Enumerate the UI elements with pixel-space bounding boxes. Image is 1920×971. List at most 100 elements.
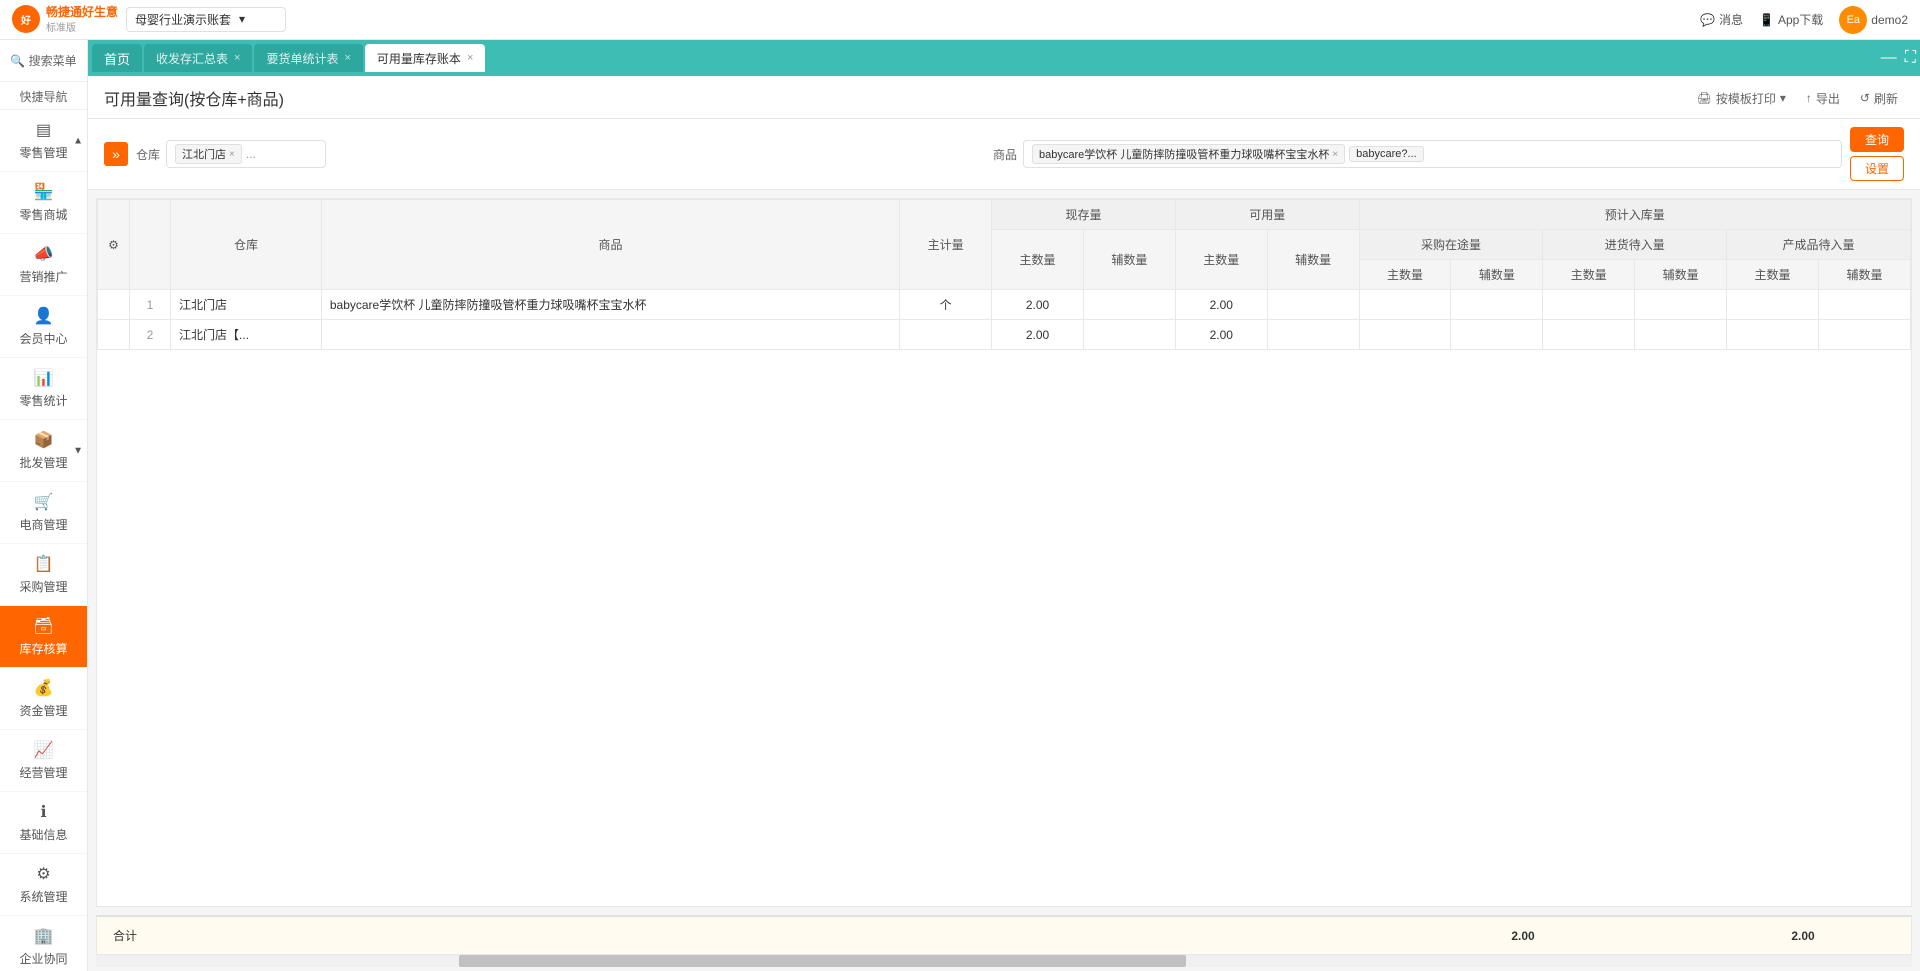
basic-info-icon: ℹ (40, 802, 46, 822)
cell-current-aux (1083, 320, 1175, 350)
sidebar-item-inventory[interactable]: 🗃 库存核算 (0, 606, 87, 668)
sidebar-item-finance[interactable]: 💰 资金管理 (0, 668, 87, 730)
sidebar-item-label: 资金管理 (19, 702, 67, 719)
sys-mgmt-icon: ⚙ (36, 864, 50, 884)
filter-actions-right: 查询 设置 (1850, 127, 1904, 181)
warehouse-tag-text: 江北门店 (182, 146, 226, 162)
sidebar-item-label: 批发管理 (19, 454, 67, 471)
sidebar-item-enterprise[interactable]: 🏢 企业协同 (0, 916, 87, 971)
sidebar-item-label: 采购管理 (19, 578, 67, 595)
sidebar-item-ops-mgmt[interactable]: 📈 经营管理 (0, 730, 87, 792)
product-filter-label: 商品 (993, 146, 1017, 163)
sidebar-item-ecommerce[interactable]: 🛒 电商管理 (0, 482, 87, 544)
th-current-main: 主数量 (992, 230, 1084, 290)
sidebar-item-basic-info[interactable]: ℹ 基础信息 (0, 792, 87, 854)
tab-close-icon[interactable]: × (467, 52, 473, 64)
message-label: 消息 (1719, 11, 1743, 28)
warehouse-filter-input[interactable]: 江北门店 × ... (166, 140, 326, 168)
cell-current-main: 2.00 (992, 290, 1084, 320)
page-header: 可用量查询(按仓库+商品) 🖨 按模板打印 ▾ ↑ 导出 ↺ (88, 76, 1920, 119)
cell-production-aux (1818, 320, 1910, 350)
top-bar-left: 好 畅捷通好生意 标准版 母婴行业演示账套 ▾ (12, 5, 286, 34)
warehouse-tag-close[interactable]: × (229, 149, 235, 160)
th-group-available: 可用量 (1175, 200, 1359, 230)
sidebar-item-label: 零售统计 (19, 392, 67, 409)
sidebar-item-label: 基础信息 (19, 826, 67, 843)
wholesale-mgmt-icon: 📦 (34, 430, 54, 450)
product-tag-1-close[interactable]: × (1332, 149, 1338, 160)
tab-available-inventory-label: 可用量库存账本 (377, 50, 461, 67)
sidebar-search-area: 🔍 搜索菜单 (0, 40, 87, 82)
filter-bar: » 仓库 江北门店 × ... 商品 babycare (88, 119, 1920, 190)
retail-mgmt-icon: ▤ (36, 120, 51, 140)
tab-close-icon[interactable]: × (344, 52, 350, 64)
cell-purchase-aux (1451, 320, 1543, 350)
scroll-bar-thumb[interactable] (459, 955, 1185, 967)
tab-receipt-summary-label: 收发存汇总表 (156, 50, 228, 67)
inventory-table: ⚙ 仓库 商品 主计量 现存量 可用量 预计入库量 主数量 辅数量 (97, 199, 1911, 350)
sidebar-item-label: 企业协同 (19, 950, 67, 967)
product-filter-input[interactable]: babycare学饮杯 儿童防摔防撞吸管杯重力球吸嘴杯宝宝水杯 × babyca… (1023, 140, 1842, 168)
sidebar-search-btn[interactable]: 🔍 搜索菜单 (8, 48, 79, 73)
cell-incoming-aux (1635, 320, 1727, 350)
sidebar-item-label: 零售管理 (19, 144, 67, 161)
warehouse-filter-group: 仓库 江北门店 × ... (136, 140, 985, 168)
scroll-bar-area[interactable] (96, 955, 1912, 967)
th-settings[interactable]: ⚙ (98, 200, 130, 290)
tab-minimize-btn[interactable]: — (1881, 49, 1897, 67)
tab-available-inventory[interactable]: 可用量库存账本 × (365, 44, 485, 72)
filter-expand-btn[interactable]: » (104, 142, 128, 166)
tab-home[interactable]: 首页 (92, 44, 142, 72)
sidebar-item-marketing[interactable]: 📣 营销推广 (0, 234, 87, 296)
sidebar-item-label: 系统管理 (19, 888, 67, 905)
user-profile[interactable]: Ea demo2 (1839, 6, 1908, 34)
sidebar-item-sys-mgmt[interactable]: ⚙ 系统管理 (0, 854, 87, 916)
tab-close-icon[interactable]: × (234, 52, 240, 64)
inventory-icon: 🗃 (33, 616, 53, 636)
th-unit: 主计量 (900, 200, 992, 290)
expand-arrow-icon: ▼ (73, 445, 83, 456)
sidebar-item-retail-mall[interactable]: 🏪 零售商城 (0, 172, 87, 234)
refresh-label: 刷新 (1874, 90, 1898, 107)
sidebar-item-purchase[interactable]: 📋 采购管理 (0, 544, 87, 606)
page-title-row: 可用量查询(按仓库+商品) 🖨 按模板打印 ▾ ↑ 导出 ↺ (104, 86, 1904, 110)
cell-incoming-main (1543, 320, 1635, 350)
refresh-btn[interactable]: ↺ 刷新 (1854, 87, 1904, 110)
export-btn[interactable]: ↑ 导出 (1800, 87, 1846, 110)
tab-receipt-summary[interactable]: 收发存汇总表 × (144, 44, 252, 72)
tab-bar: 首页 收发存汇总表 × 要货单统计表 × 可用量库存账本 × — ⛶ (88, 40, 1920, 76)
top-bar-right: 💬 消息 📱 App下载 Ea demo2 (1700, 6, 1908, 34)
th-incoming-main: 主数量 (1543, 260, 1635, 290)
cell-avail-main: 2.00 (1175, 320, 1267, 350)
sidebar-item-wholesale-mgmt[interactable]: 📦 批发管理 ▼ (0, 420, 87, 482)
settings-btn[interactable]: 设置 (1850, 156, 1904, 181)
th-production-aux: 辅数量 (1818, 260, 1910, 290)
th-group-incoming: 进货待入量 (1543, 230, 1727, 260)
summary-current-main: 2.00 (1423, 925, 1623, 947)
sidebar-item-retail-mgmt[interactable]: ▤ 零售管理 ▲ (0, 110, 87, 172)
product-tag-2-text: babycare?... (1356, 148, 1417, 160)
cell-avail-aux (1267, 320, 1359, 350)
cell-product (321, 320, 899, 350)
tab-order-stats[interactable]: 要货单统计表 × (254, 44, 362, 72)
print-label: 按模板打印 (1716, 90, 1776, 107)
member-center-icon: 👤 (34, 306, 54, 326)
filter-more-icon: ... (246, 147, 256, 161)
message-btn[interactable]: 💬 消息 (1700, 11, 1743, 28)
page-content: 可用量查询(按仓库+商品) 🖨 按模板打印 ▾ ↑ 导出 ↺ (88, 76, 1920, 971)
th-current-aux: 辅数量 (1083, 230, 1175, 290)
cell-production-aux (1818, 290, 1910, 320)
sidebar: 🔍 搜索菜单 快捷导航 ▤ 零售管理 ▲ 🏪 零售商城 📣 营销推广 👤 会员中… (0, 40, 88, 971)
sidebar-item-member-center[interactable]: 👤 会员中心 (0, 296, 87, 358)
cell-avail-main: 2.00 (1175, 290, 1267, 320)
cell-purchase-main (1359, 290, 1451, 320)
tab-maximize-btn[interactable]: ⛶ (1905, 49, 1916, 67)
print-btn[interactable]: 🖨 按模板打印 ▾ (1691, 87, 1792, 110)
export-icon: ↑ (1806, 91, 1812, 105)
cell-avail-aux (1267, 290, 1359, 320)
store-selector[interactable]: 母婴行业演示账套 ▾ (126, 7, 286, 32)
ecommerce-icon: 🛒 (34, 492, 54, 512)
app-download-btn[interactable]: 📱 App下载 (1759, 11, 1823, 28)
sidebar-item-retail-stats[interactable]: 📊 零售统计 (0, 358, 87, 420)
query-btn[interactable]: 查询 (1850, 127, 1904, 152)
